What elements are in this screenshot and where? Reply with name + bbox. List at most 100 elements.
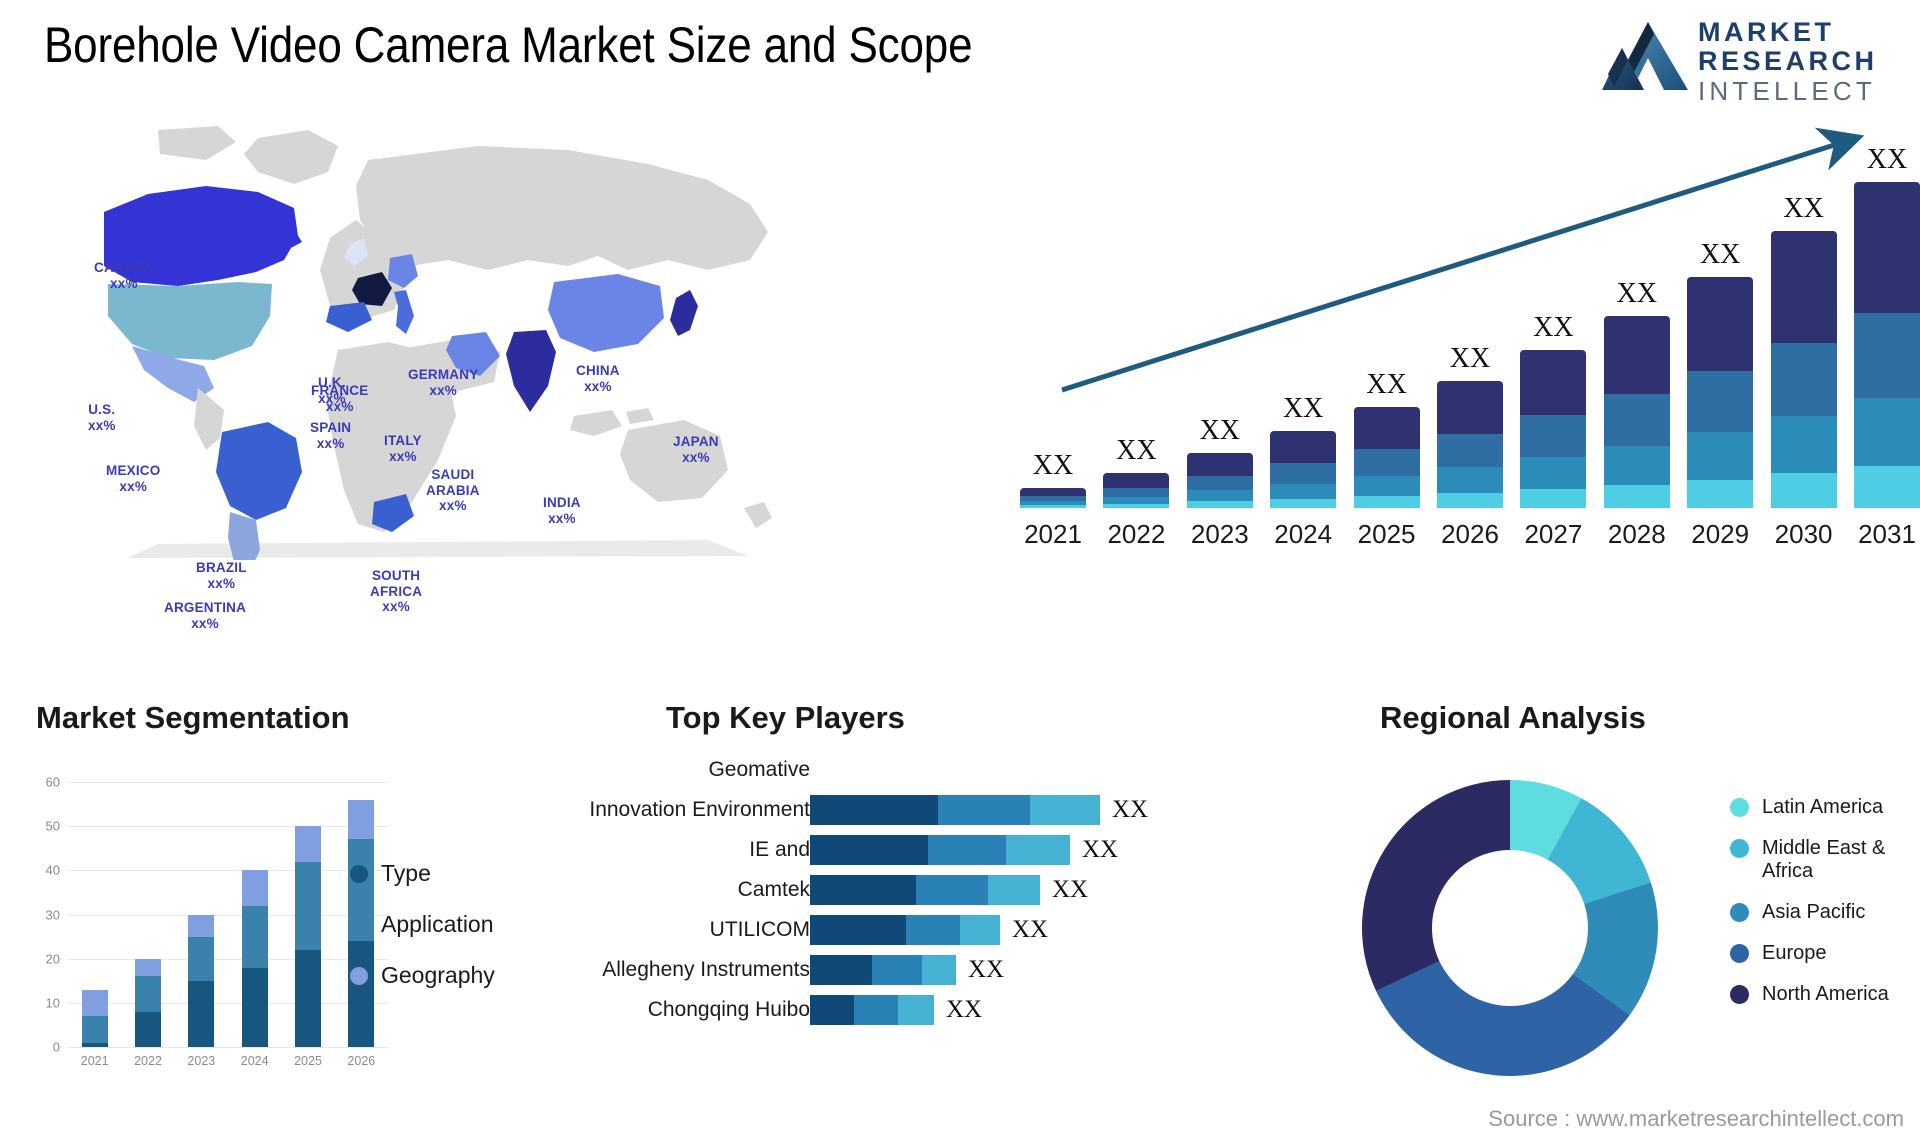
growth-year-label-2029: 2029 (1691, 519, 1750, 549)
segmentation-segment-application (135, 976, 161, 1012)
growth-segment-segment-3-blue (1520, 456, 1587, 490)
segmentation-segment-geography (241, 870, 268, 906)
region-legend-item-asia-pacific[interactable]: Asia Pacific (1730, 901, 1912, 924)
region-legend-item-europe[interactable]: Europe (1730, 942, 1912, 965)
growth-bar-2025 (1353, 406, 1420, 508)
growth-segment-segment-4-cyan (1103, 503, 1170, 508)
growth-segment-segment-4-cyan (1854, 466, 1920, 508)
map-label-mexico: MEXICO xx% (106, 463, 161, 494)
gridline-0 (68, 1047, 388, 1048)
y-axis-tick-50: 50 (45, 818, 60, 834)
growth-bar-2023 (1186, 452, 1253, 508)
map-region-spain (326, 302, 372, 332)
player-segment-segment-dark (810, 875, 916, 905)
growth-year-label-2030: 2030 (1774, 519, 1833, 549)
gridline-50 (68, 826, 388, 828)
segmentation-segment-geography (295, 826, 321, 862)
player-name-camtek: Camtek (737, 878, 810, 901)
player-segment-segment-dark (810, 835, 928, 865)
region-legend-item-north-america[interactable]: North America (1730, 983, 1912, 1006)
growth-bar-2024 (1270, 430, 1337, 508)
y-axis-tick-30: 30 (45, 907, 60, 922)
map-label-u-s-: U.S. xx% (88, 402, 116, 433)
player-bar-camtek (810, 875, 1040, 905)
player-segment-segment-light (988, 875, 1040, 905)
growth-segment-segment-4-cyan (1353, 495, 1420, 508)
segmentation-segment-type (135, 1011, 161, 1047)
growth-year-label-2027: 2027 (1524, 519, 1583, 549)
region-label-latin-america: Latin America (1762, 796, 1884, 818)
legend-swatch-type (350, 864, 368, 883)
player-segment-segment-mid (871, 955, 922, 985)
map-label-spain: SPAIN xx% (310, 420, 352, 451)
segmentation-bar-2024 (241, 870, 268, 1047)
segmentation-segment-type (295, 949, 321, 1047)
player-bar-allegheny-instruments (810, 955, 956, 985)
regional-legend: Latin America Middle East & Africa Asia Pa… (1730, 796, 1912, 1024)
mountain-m-logo-icon (1602, 22, 1688, 90)
map-region-italy (394, 290, 414, 334)
growth-segment-segment-3-blue (1687, 432, 1754, 480)
player-segment-segment-light (1006, 835, 1070, 865)
map-label-argentina: ARGENTINA xx% (164, 600, 247, 631)
region-legend-item-middle-east-africa[interactable]: Middle East & Africa (1730, 837, 1912, 883)
growth-bar-2029 (1687, 276, 1754, 508)
players-title: Top Key Players (666, 700, 905, 735)
segmentation-legend-item-application[interactable]: Application (350, 911, 495, 938)
market-segmentation-section: Market Segmentation 0 10 20 30 40 50 60 2021 202… (20, 700, 620, 1140)
player-value-label-chongqing-huibo: XX (946, 996, 983, 1023)
growth-year-label-2031: 2031 (1858, 519, 1916, 549)
growth-value-label-2025: XX (1366, 368, 1407, 400)
growth-value-label-2023: XX (1199, 414, 1241, 446)
growth-segment-segment-1-navy (1603, 316, 1670, 395)
map-label-japan: JAPAN xx% (673, 434, 719, 465)
player-bar-ie-and (810, 835, 1070, 865)
world-map: CANADA xx% U.S. xx% MEXICO xx% BRAZIL xx% ARGENT… (8, 120, 808, 631)
segmentation-segment-type (188, 980, 215, 1047)
growth-segment-segment-2-steel (1353, 448, 1420, 476)
player-row-chongqing-huibo: Chongqing Huibo XX (648, 995, 1230, 1025)
growth-segment-segment-1-navy (1186, 452, 1253, 476)
donut-slice-north-america[interactable] (1362, 780, 1510, 992)
player-row-ie-and: IE and XX (749, 835, 1230, 865)
legend-swatch-application (350, 915, 368, 934)
growth-segment-segment-4-cyan (1270, 498, 1337, 508)
map-label-canada: CANADA xx% (94, 260, 154, 291)
logo-line-3: INTELLECT (1698, 76, 1876, 106)
player-name-chongqing-huibo: Chongqing Huibo (647, 998, 810, 1021)
growth-value-label-2029: XX (1699, 238, 1741, 270)
map-label-france: FRANCE xx% (311, 383, 369, 414)
growth-segment-segment-3-blue (1270, 483, 1337, 499)
growth-value-label-2021: XX (1032, 449, 1074, 481)
player-value-label-utilicom: XX (1012, 916, 1049, 943)
player-bar-chongqing-huibo (810, 995, 934, 1025)
map-label-south-africa: SOUTH AFRICA xx% (370, 568, 423, 614)
segmentation-bar-2022 (135, 958, 161, 1047)
region-swatch-north-america (1730, 985, 1749, 1004)
growth-bar-2028 (1603, 316, 1670, 508)
segmentation-x-label-2026: 2026 (347, 1054, 376, 1068)
growth-segment-segment-1-navy (1687, 276, 1754, 372)
growth-value-label-2026: XX (1449, 342, 1491, 374)
growth-segment-segment-3-blue (1353, 475, 1420, 496)
growth-segment-segment-3-blue (1437, 467, 1503, 494)
regional-analysis-section: Regional Analysis Latin America Middle Ea… (1300, 700, 1920, 1140)
growth-bar-2027 (1520, 349, 1587, 508)
player-segment-segment-mid (854, 995, 898, 1025)
segmentation-legend-item-geography[interactable]: Geography (350, 962, 495, 989)
region-legend-item-latin-america[interactable]: Latin America (1730, 796, 1912, 819)
segmentation-segment-geography (348, 799, 375, 840)
segmentation-segment-application (188, 936, 215, 981)
map-label-italy: ITALY xx% (384, 433, 422, 464)
segmentation-legend: Type Application Geography (350, 860, 495, 1013)
legend-swatch-geography (350, 966, 368, 985)
brand-logo: MARKET RESEARCH INTELLECT (1602, 14, 1902, 106)
growth-segment-segment-2-steel (1854, 313, 1920, 399)
player-segment-segment-dark (810, 915, 906, 945)
map-region-china (548, 274, 664, 352)
growth-bar-2031 (1854, 182, 1920, 508)
segmentation-x-label-2022: 2022 (134, 1054, 162, 1068)
growth-bar-2021 (1020, 487, 1086, 508)
segmentation-legend-item-type[interactable]: Type (350, 860, 495, 887)
segmentation-segment-geography (135, 958, 161, 977)
